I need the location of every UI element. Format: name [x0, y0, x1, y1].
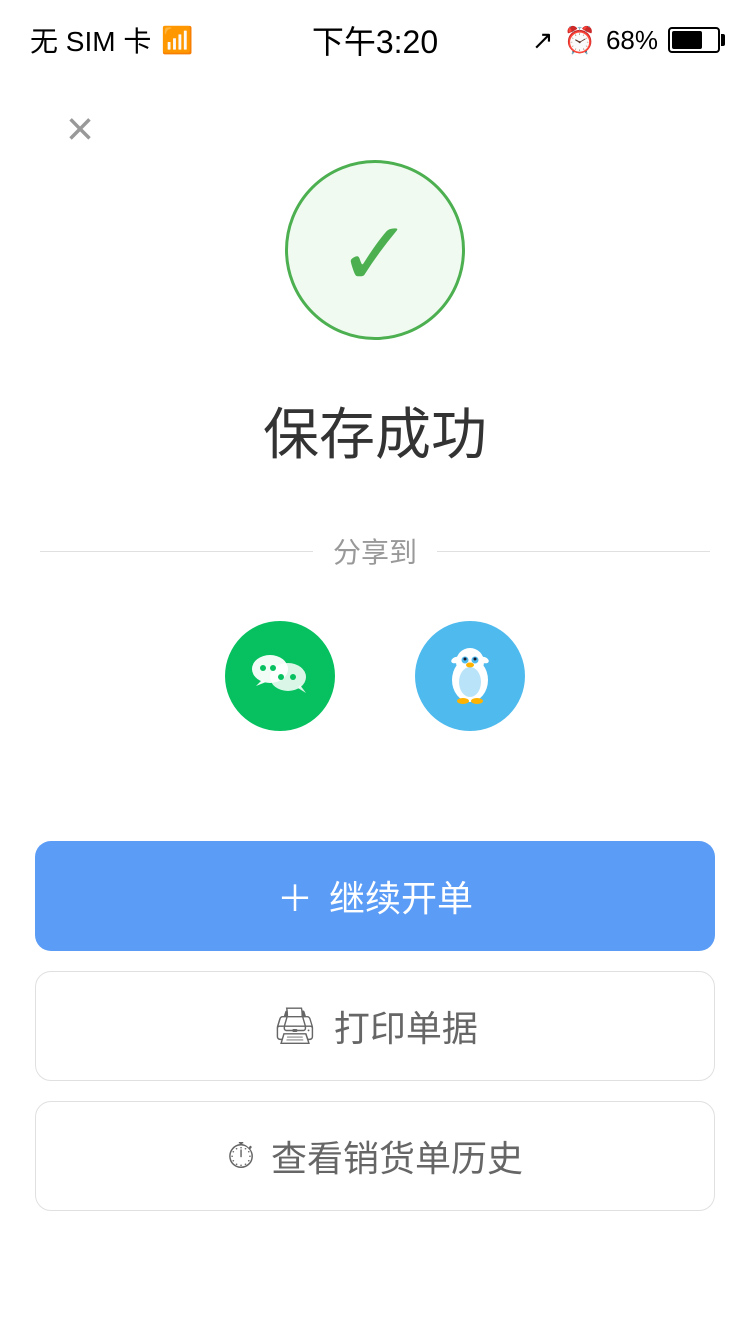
qq-icon	[443, 644, 498, 709]
plus-icon: ＋	[277, 870, 313, 922]
wifi-icon: 📶	[161, 25, 193, 56]
clock-icon: ⏱	[227, 1135, 255, 1178]
battery-fill	[672, 31, 702, 49]
battery-icon	[668, 27, 720, 53]
history-button[interactable]: ⏱ 查看销货单历史	[35, 1101, 715, 1211]
print-label: 打印单据	[334, 1000, 478, 1052]
wechat-icon	[248, 649, 313, 704]
print-button[interactable]: 🖨 打印单据	[35, 971, 715, 1081]
share-section: 分享到	[0, 531, 750, 791]
close-icon: ×	[66, 106, 94, 154]
continue-button[interactable]: ＋ 继续开单	[35, 841, 715, 951]
wechat-share-button[interactable]	[225, 621, 335, 731]
status-right: ↗ ⏰ 68%	[532, 25, 720, 56]
continue-label: 继续开单	[329, 870, 473, 922]
history-label: 查看销货单历史	[271, 1130, 523, 1182]
share-divider: 分享到	[40, 531, 710, 571]
print-icon: 🖨	[272, 1005, 318, 1047]
success-title: 保存成功	[263, 390, 487, 471]
divider-left	[40, 551, 313, 552]
carrier-wifi: 无 SIM 卡 📶	[30, 20, 194, 60]
status-bar: 无 SIM 卡 📶 下午3:20 ↗ ⏰ 68%	[0, 0, 750, 80]
action-buttons: ＋ 继续开单 🖨 打印单据 ⏱ 查看销货单历史	[35, 841, 715, 1211]
location-icon: ↗	[532, 25, 554, 56]
alarm-icon: ⏰	[564, 25, 596, 56]
battery-percent: 68%	[606, 25, 658, 56]
checkmark-icon: ✓	[337, 210, 412, 300]
divider-right	[437, 551, 710, 552]
success-circle: ✓	[285, 160, 465, 340]
qq-share-button[interactable]	[415, 621, 525, 731]
close-button[interactable]: ×	[50, 100, 110, 160]
carrier-text: 无 SIM 卡	[30, 20, 151, 60]
time-display: 下午3:20	[312, 17, 438, 63]
share-icons-row	[40, 621, 710, 731]
share-label: 分享到	[313, 531, 437, 571]
main-content: ✓ 保存成功 分享到	[0, 80, 750, 1211]
